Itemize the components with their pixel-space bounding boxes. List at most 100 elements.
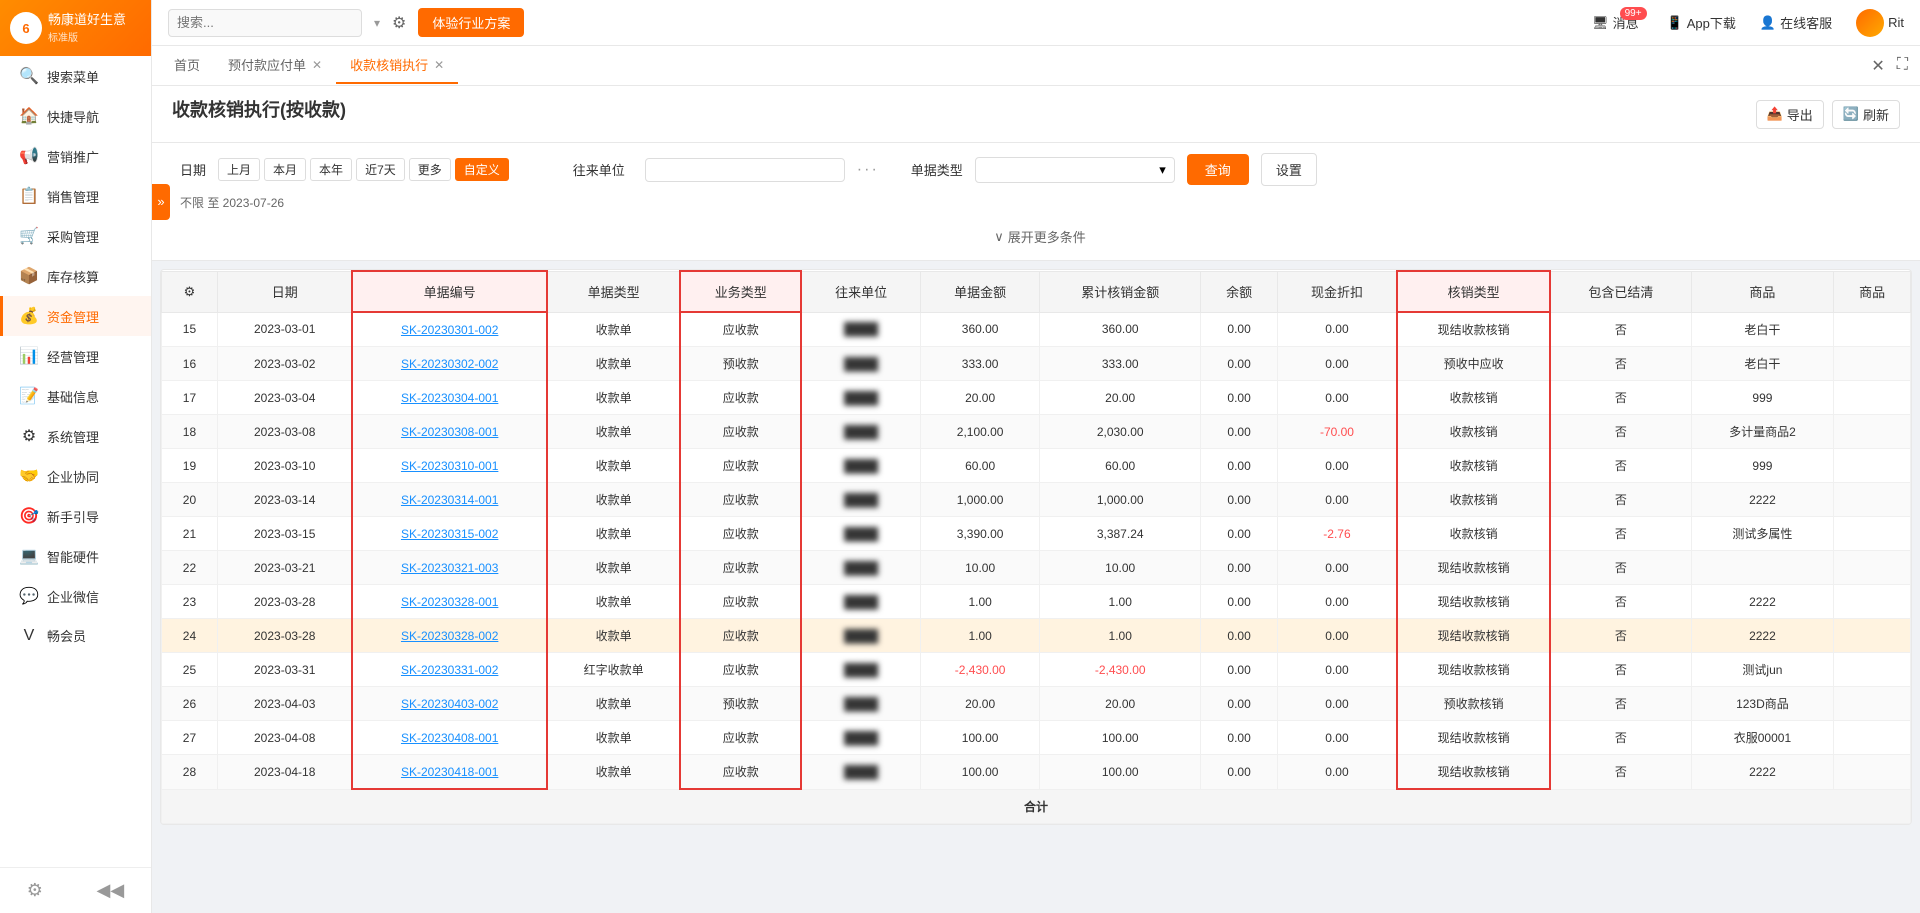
table-row: 202023-03-14SK-20230314-001收款单应收款████1,0… [162,483,1911,517]
table-cell: 多计量商品2 [1691,415,1834,449]
settings-button[interactable]: 设置 [1261,153,1317,186]
tab-writeoff[interactable]: 收款核销执行 ✕ [336,47,458,84]
table-cell[interactable]: SK-20230304-001 [352,381,546,415]
table-cell: 2023-03-01 [217,312,352,347]
sidebar-item-system[interactable]: ⚙ 系统管理 [0,416,151,456]
main-area: ▾ ⚙ 体验行业方案 🖥 消息 99+ 📱 App下载 👤 在线客服 Rit 首… [152,0,1920,913]
slip-type-label: 单据类型 [911,160,963,179]
sidebar-item-inventory[interactable]: 📦 库存核算 [0,256,151,296]
expand-more-button[interactable]: ∨ 展开更多条件 [990,223,1090,250]
tab-prepay-close-icon[interactable]: ✕ [312,58,322,72]
table-cell[interactable]: SK-20230310-001 [352,449,546,483]
solution-button[interactable]: 体验行业方案 [418,8,524,37]
table-cell: ████ [801,347,921,381]
topbar-gear-icon[interactable]: ⚙ [392,13,406,33]
table-cell: 0.00 [1201,381,1278,415]
topbar-message[interactable]: 🖥 消息 99+ [1592,13,1639,32]
date-more[interactable]: 更多 [409,158,451,181]
table-cell: 0.00 [1277,619,1397,653]
sidebar-item-label: 新手引导 [47,507,99,526]
table-cell[interactable]: SK-20230328-001 [352,585,546,619]
table-cell: 0.00 [1201,755,1278,790]
table-cell: 1,000.00 [921,483,1040,517]
sidebar-item-label: 畅会员 [47,626,86,645]
table-cell: 收款单 [547,312,681,347]
table-cell: 收款单 [547,619,681,653]
table-cell: ████ [801,619,921,653]
tab-maximize-btn[interactable]: ⛶ [1893,56,1912,76]
table-cell[interactable]: SK-20230418-001 [352,755,546,790]
table-cell: 收款核销 [1397,449,1550,483]
sidebar-item-nav[interactable]: 🏠 快捷导航 [0,96,151,136]
table-cell[interactable]: SK-20230315-002 [352,517,546,551]
table-cell: ████ [801,551,921,585]
sidebar-item-collab[interactable]: 🤝 企业协同 [0,456,151,496]
sidebar-item-finance[interactable]: 💰 资金管理 [0,296,151,336]
table-cell[interactable]: SK-20230302-002 [352,347,546,381]
data-table: ⚙ 日期 单据编号 单据类型 业务类型 往来单位 单据金额 累计核销金额 余额 … [161,270,1911,824]
sidebar-item-guide[interactable]: 🎯 新手引导 [0,496,151,536]
col-settings-header[interactable]: ⚙ [162,271,218,312]
partner-filter-input[interactable] [645,158,845,182]
sidebar-collapse-btn[interactable]: ◀◀ [89,876,133,905]
table-cell[interactable]: SK-20230308-001 [352,415,546,449]
topbar-chevron-icon[interactable]: ▾ [374,16,380,30]
table-cell: 应收款 [680,517,801,551]
slip-type-select[interactable]: ▾ [975,157,1175,183]
tab-writeoff-close-icon[interactable]: ✕ [434,58,444,72]
table-cell[interactable]: SK-20230321-003 [352,551,546,585]
sidebar-item-wechat[interactable]: 💬 企业微信 [0,576,151,616]
filter-expand-button[interactable]: » [152,184,170,220]
table-cell [1834,755,1911,790]
table-cell: 老白干 [1691,312,1834,347]
table-cell[interactable]: SK-20230408-001 [352,721,546,755]
table-cell[interactable]: SK-20230328-002 [352,619,546,653]
sidebar-item-sales[interactable]: 📋 销售管理 [0,176,151,216]
logo-text: 畅康道好生意 [48,12,126,29]
table-cell: 否 [1550,312,1691,347]
refresh-button[interactable]: 🔄 刷新 [1832,100,1900,129]
topbar-service[interactable]: 👤 在线客服 [1760,13,1832,32]
table-cell: ████ [801,653,921,687]
date-this-month[interactable]: 本月 [264,158,306,181]
date-last-month[interactable]: 上月 [218,158,260,181]
table-cell: 1.00 [1040,619,1201,653]
table-cell: 收款单 [547,721,681,755]
table-cell[interactable]: SK-20230403-002 [352,687,546,721]
message-icon: 🖥 [1592,15,1609,31]
table-cell: 否 [1550,585,1691,619]
sidebar-settings-btn[interactable]: ⚙ [19,876,51,905]
topbar: ▾ ⚙ 体验行业方案 🖥 消息 99+ 📱 App下载 👤 在线客服 Rit [152,0,1920,46]
tab-prepay[interactable]: 预付款应付单 ✕ [214,47,336,84]
table-row: 272023-04-08SK-20230408-001收款单应收款████100… [162,721,1911,755]
sidebar-item-member[interactable]: V 畅会员 [0,616,151,655]
table-cell[interactable]: SK-20230301-002 [352,312,546,347]
topbar-search-input[interactable] [168,9,362,37]
table-cell [1834,381,1911,415]
tab-home[interactable]: 首页 [160,47,214,84]
export-button[interactable]: 📤 导出 [1756,100,1824,129]
sidebar-item-hardware[interactable]: 💻 智能硬件 [0,536,151,576]
table-cell: 21 [162,517,218,551]
date-this-year[interactable]: 本年 [310,158,352,181]
sidebar-item-marketing[interactable]: 📢 营销推广 [0,136,151,176]
topbar-app-download[interactable]: 📱 App下载 [1667,13,1736,32]
table-cell: 333.00 [1040,347,1201,381]
table-cell: 0.00 [1201,312,1278,347]
table-cell: 2,100.00 [921,415,1040,449]
table-cell: 现结收款核销 [1397,551,1550,585]
table-cell[interactable]: SK-20230314-001 [352,483,546,517]
query-button[interactable]: 查询 [1187,154,1249,185]
date-custom[interactable]: 自定义 [455,158,509,181]
table-cell: 2023-03-21 [217,551,352,585]
table-cell [1834,449,1911,483]
sidebar-item-basic[interactable]: 📝 基础信息 [0,376,151,416]
table-cell[interactable]: SK-20230331-002 [352,653,546,687]
date-7days[interactable]: 近7天 [356,158,405,181]
table-cell: 收款核销 [1397,415,1550,449]
sidebar-logo: 6 畅康道好生意 标准版 [0,0,151,56]
tab-close-btn[interactable]: ✕ [1867,56,1888,76]
sidebar-item-purchase[interactable]: 🛒 采购管理 [0,216,151,256]
sidebar-item-operation[interactable]: 📊 经营管理 [0,336,151,376]
sidebar-item-search[interactable]: 🔍 搜索菜单 [0,56,151,96]
